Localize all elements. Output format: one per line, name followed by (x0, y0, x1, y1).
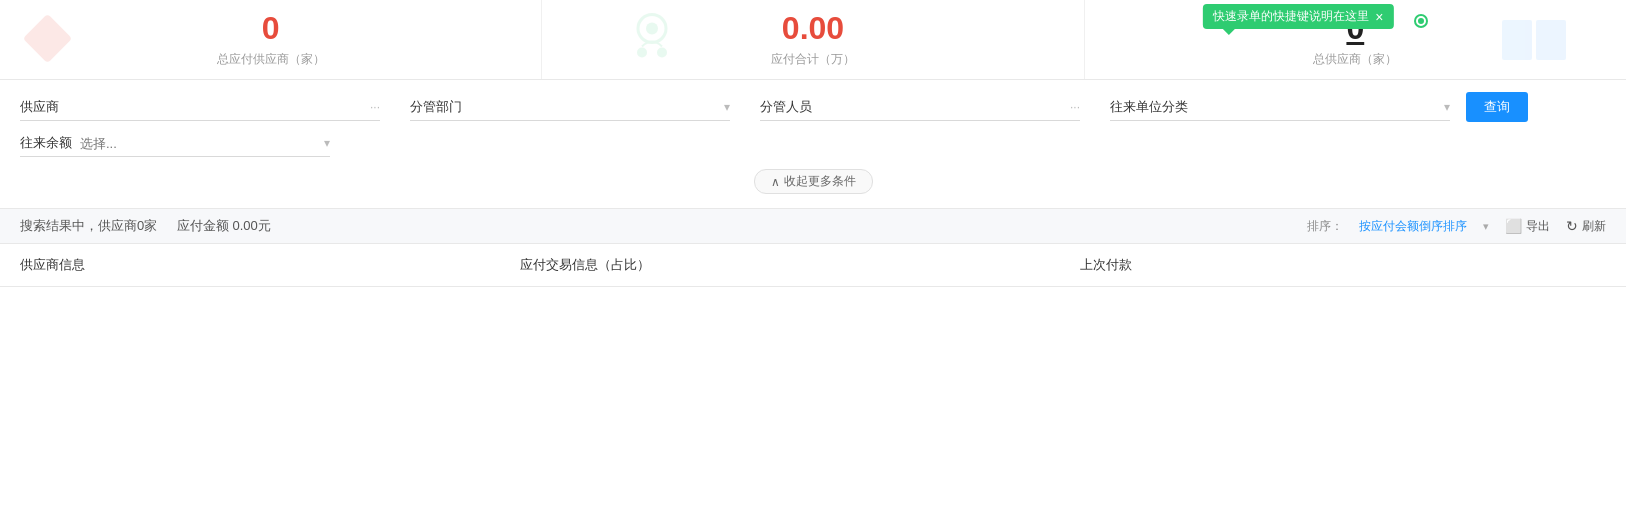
tooltip-text: 快速录单的快捷键说明在这里 (1213, 8, 1369, 25)
collapse-btn[interactable]: ∧ 收起更多条件 (754, 169, 873, 194)
more-conditions: ∧ 收起更多条件 (20, 165, 1606, 200)
stats-bar: ☆ 0 总应付供应商（家） 0.00 应付合计（万） 快速录单的 (0, 0, 1626, 80)
collapse-icon: ∧ (771, 175, 780, 189)
col-supplier-header: 供应商信息 (20, 256, 520, 274)
results-actions: 排序： 按应付会额倒序排序 ▾ ⬜ 导出 ↻ 刷新 (1307, 218, 1606, 235)
svg-point-5 (657, 47, 667, 57)
unit-class-field[interactable]: 往来单位分类 ▾ (1110, 94, 1450, 121)
tooltip-close-btn[interactable]: × (1375, 10, 1383, 24)
col-transaction-header: 应付交易信息（占比） (520, 256, 1080, 274)
stat-total-payable-suppliers: ☆ 0 总应付供应商（家） (0, 0, 542, 79)
export-label: 导出 (1526, 218, 1550, 235)
export-btn[interactable]: ⬜ 导出 (1505, 218, 1550, 235)
query-button[interactable]: 查询 (1466, 92, 1528, 122)
person-field[interactable]: 分管人员 ··· (760, 94, 1080, 121)
svg-point-3 (646, 22, 658, 34)
unit-class-dropdown-icon[interactable]: ▾ (1444, 100, 1450, 114)
results-summary: 搜索结果中，供应商0家 应付金额 0.00元 (20, 217, 271, 235)
svg-text:☆: ☆ (42, 32, 53, 46)
refresh-btn[interactable]: ↻ 刷新 (1566, 218, 1606, 235)
balance-dropdown-icon[interactable]: ▾ (324, 136, 330, 150)
sort-label: 排序： (1307, 218, 1343, 235)
supplier-field[interactable]: 供应商 ··· (20, 94, 380, 121)
unit-class-input[interactable] (1196, 99, 1444, 114)
balance-input[interactable] (80, 136, 324, 151)
department-dropdown-icon[interactable]: ▾ (724, 100, 730, 114)
search-bar: 供应商 ··· 分管部门 ▾ 分管人员 ··· 往来单位分类 ▾ 查询 (0, 80, 1626, 209)
sort-value[interactable]: 按应付会额倒序排序 (1359, 218, 1467, 235)
svg-point-4 (637, 47, 647, 57)
total-suppliers-label: 总供应商（家） (1313, 51, 1397, 68)
supplier-input[interactable] (67, 99, 370, 114)
shortcut-tooltip[interactable]: 快速录单的快捷键说明在这里 × (1203, 4, 1393, 29)
payable-total-value: 0.00 (782, 11, 844, 46)
export-icon: ⬜ (1505, 218, 1522, 234)
department-input[interactable] (470, 99, 724, 114)
refresh-icon: ↻ (1566, 218, 1578, 234)
table-header: 供应商信息 应付交易信息（占比） 上次付款 (0, 244, 1626, 287)
department-field[interactable]: 分管部门 ▾ (410, 94, 730, 121)
supplier-label: 供应商 (20, 98, 59, 116)
collapse-label: 收起更多条件 (784, 173, 856, 190)
results-summary-text: 搜索结果中，供应商0家 (20, 218, 157, 233)
search-row-2: 往来余额 ▾ (20, 130, 1606, 157)
person-label: 分管人员 (760, 98, 812, 116)
sort-chevron-icon[interactable]: ▾ (1483, 220, 1489, 233)
results-bar: 搜索结果中，供应商0家 应付金额 0.00元 排序： 按应付会额倒序排序 ▾ ⬜… (0, 209, 1626, 244)
payable-total-label: 应付合计（万） (771, 51, 855, 68)
person-input[interactable] (820, 99, 1070, 114)
col-lastpay-header: 上次付款 (1080, 256, 1606, 274)
stat-payable-total: 0.00 应付合计（万） (542, 0, 1084, 79)
total-payable-label: 总应付供应商（家） (217, 51, 325, 68)
department-label: 分管部门 (410, 98, 462, 116)
person-dots[interactable]: ··· (1070, 100, 1080, 114)
supplier-dots[interactable]: ··· (370, 100, 380, 114)
results-amount: 应付金额 0.00元 (177, 218, 271, 233)
search-row-1: 供应商 ··· 分管部门 ▾ 分管人员 ··· 往来单位分类 ▾ 查询 (20, 92, 1606, 122)
unit-class-label: 往来单位分类 (1110, 98, 1188, 116)
content-area (0, 287, 1626, 515)
refresh-label: 刷新 (1582, 218, 1606, 235)
balance-field[interactable]: 往来余额 ▾ (20, 130, 330, 157)
total-payable-value: 0 (262, 11, 280, 46)
stat-total-suppliers: 快速录单的快捷键说明在这里 × 0 总供应商（家） (1085, 0, 1626, 79)
balance-label: 往来余额 (20, 134, 72, 152)
